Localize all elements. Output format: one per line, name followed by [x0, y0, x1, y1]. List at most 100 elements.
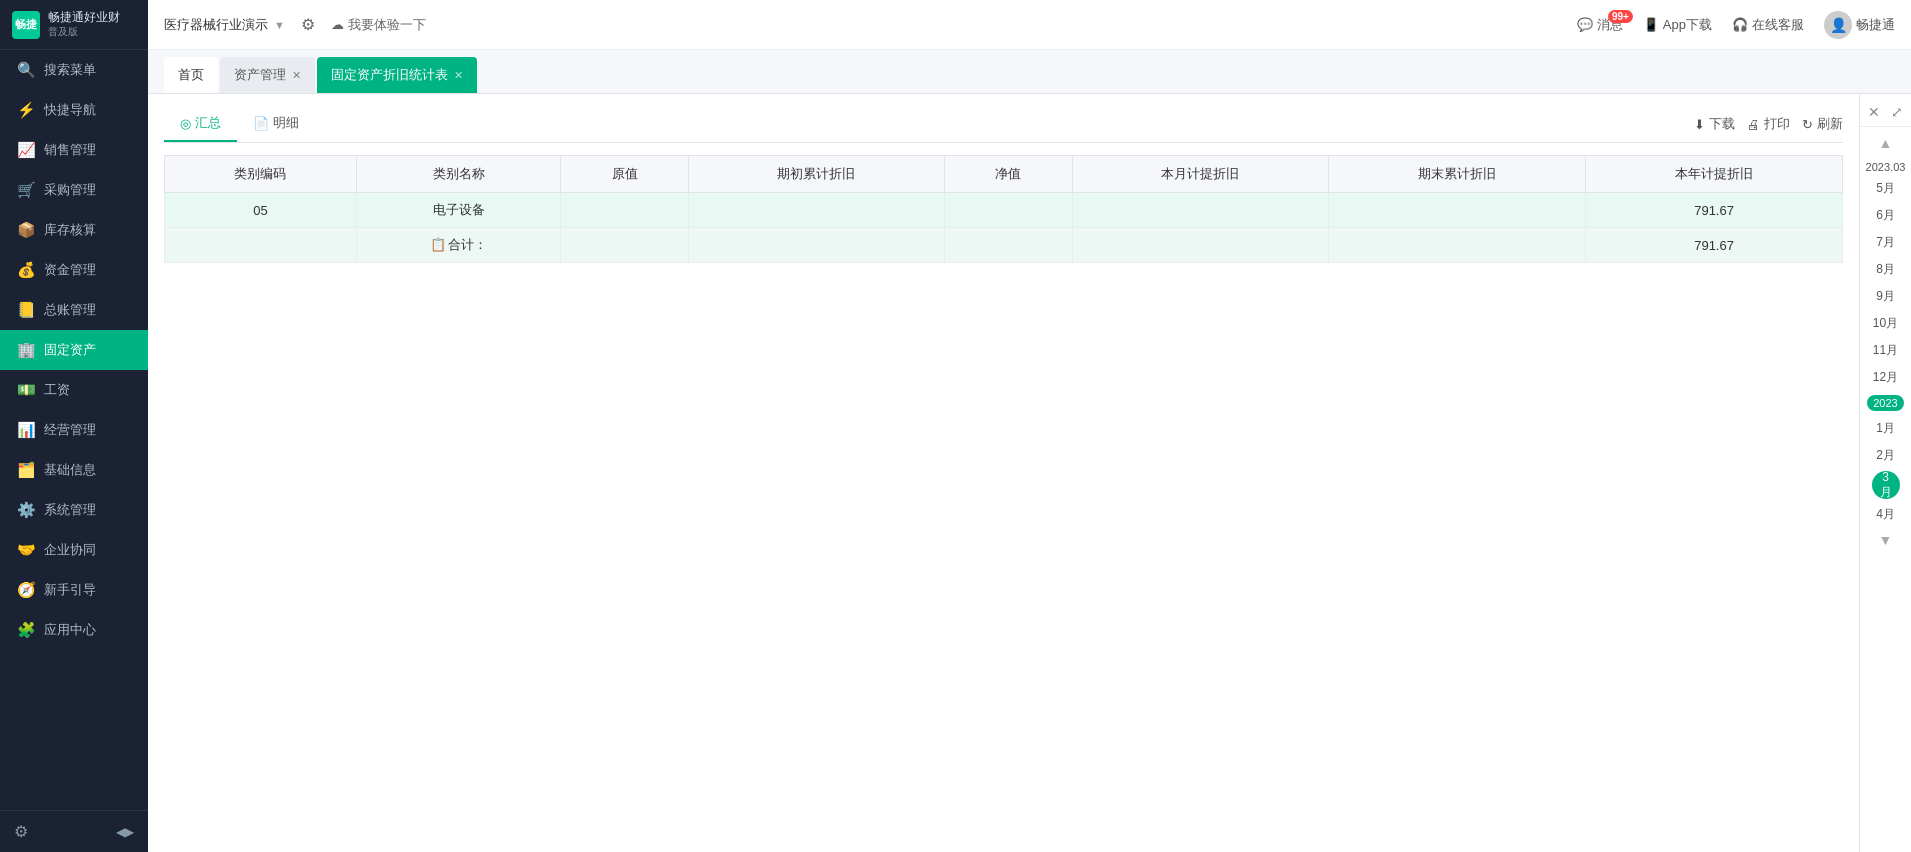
search-icon: 🔍 [16, 60, 36, 80]
sidebar-logo: 畅捷 畅捷通好业财 普及版 [0, 0, 148, 50]
month-8月[interactable]: 8月 [1867, 256, 1904, 283]
depreciation-table: 类别编码类别名称原值期初累计折旧净值本月计提折旧期末累计折旧本年计提折旧 05电… [164, 155, 1843, 263]
user-name: 畅捷通 [1856, 16, 1895, 34]
right-panel: ✕ ⤢ ▲ 2023.03 5月6月7月8月9月10月11月12月 2023 1… [1859, 94, 1911, 852]
logo-icon: 畅捷 [12, 11, 40, 39]
topbar: 医疗器械行业演示 ▼ ⚙ ☁ 我要体验一下 💬 消息 99+ 📱 App下载 🎧… [148, 0, 1911, 50]
total-cell-7: 791.67 [1586, 228, 1843, 263]
service-icon: 🎧 [1732, 17, 1748, 32]
download-btn[interactable]: ⬇ 下载 [1694, 115, 1735, 133]
panel-down-icon[interactable]: ▼ [1875, 528, 1897, 552]
sidebar-item-guide[interactable]: 🧭 新手引导 [0, 570, 148, 610]
tab-label-home: 首页 [178, 66, 204, 84]
tabbar: 首页资产管理✕固定资产折旧统计表✕ [148, 50, 1911, 94]
experience-label: 我要体验一下 [348, 16, 426, 34]
sidebar-label-guide: 新手引导 [44, 581, 96, 599]
sidebar-label-operations: 经营管理 [44, 421, 96, 439]
system-icon: ⚙️ [16, 500, 36, 520]
tab-depreciation-table[interactable]: 固定资产折旧统计表✕ [317, 57, 477, 93]
month-3月[interactable]: 3月 [1872, 471, 1900, 499]
sidebar-label-inventory: 库存核算 [44, 221, 96, 239]
sidebar-item-search[interactable]: 🔍 搜索菜单 [0, 50, 148, 90]
sidebar-label-corp: 企业协同 [44, 541, 96, 559]
sidebar-item-app-center[interactable]: 🧩 应用中心 [0, 610, 148, 650]
col-期初累计折旧: 期初累计折旧 [688, 156, 945, 193]
app-center-icon: 🧩 [16, 620, 36, 640]
month-12月[interactable]: 12月 [1867, 364, 1904, 391]
month-4月[interactable]: 4月 [1870, 501, 1901, 528]
base-info-icon: 🗂️ [16, 460, 36, 480]
month-5月[interactable]: 5月 [1867, 175, 1904, 202]
sidebar-item-base-info[interactable]: 🗂️ 基础信息 [0, 450, 148, 490]
tab-close-depreciation-table[interactable]: ✕ [454, 69, 463, 82]
cell-7: 791.67 [1586, 193, 1843, 228]
collapse-icon[interactable]: ◀▶ [116, 825, 134, 839]
col-期末累计折旧: 期末累计折旧 [1329, 156, 1586, 193]
topbar-settings-icon[interactable]: ⚙ [301, 15, 315, 34]
experience-btn[interactable]: ☁ 我要体验一下 [331, 16, 426, 34]
panel-expand-icon[interactable]: ⤢ [1891, 104, 1903, 120]
month-1月[interactable]: 1月 [1870, 415, 1901, 442]
total-cell-6 [1329, 228, 1586, 263]
sidebar-label-funds: 资金管理 [44, 261, 96, 279]
sidebar-item-operations[interactable]: 📊 经营管理 [0, 410, 148, 450]
month-7月[interactable]: 7月 [1867, 229, 1904, 256]
month-9月[interactable]: 9月 [1867, 283, 1904, 310]
corp-icon: 🤝 [16, 540, 36, 560]
user-menu[interactable]: 👤 畅捷通 [1824, 11, 1895, 39]
app-download-btn[interactable]: 📱 App下载 [1643, 16, 1712, 34]
month-11月[interactable]: 11月 [1867, 337, 1904, 364]
tab-asset-mgmt[interactable]: 资产管理 ✕ [220, 57, 315, 93]
table-row: 05电子设备791.67 [165, 193, 1843, 228]
panel-up-icon[interactable]: ▲ [1875, 131, 1897, 155]
total-cell-4 [945, 228, 1072, 263]
sidebar-item-salary[interactable]: 💵 工资 [0, 370, 148, 410]
tab-detail[interactable]: 📄 明细 [237, 106, 315, 142]
sales-icon: 📈 [16, 140, 36, 160]
sidebar: 畅捷 畅捷通好业财 普及版 🔍 搜索菜单 ⚡ 快捷导航 📈 销售管理 🛒 采购管… [0, 0, 148, 852]
tab-summary[interactable]: ◎ 汇总 [164, 106, 237, 142]
sidebar-item-ledger[interactable]: 📒 总账管理 [0, 290, 148, 330]
total-cell-2 [561, 228, 688, 263]
sidebar-item-fixed-assets[interactable]: 🏢 固定资产 [0, 330, 148, 370]
sidebar-scroll: 🔍 搜索菜单 ⚡ 快捷导航 📈 销售管理 🛒 采购管理 📦 库存核算 💰 资金管… [0, 50, 148, 810]
month-10月[interactable]: 10月 [1867, 310, 1904, 337]
col-本年计提折旧: 本年计提折旧 [1586, 156, 1843, 193]
sidebar-item-system[interactable]: ⚙️ 系统管理 [0, 490, 148, 530]
col-本月计提折旧: 本月计提折旧 [1072, 156, 1329, 193]
total-cell-3 [688, 228, 945, 263]
total-row: 📋合计： 791.67 [165, 228, 1843, 263]
refresh-btn[interactable]: ↻ 刷新 [1802, 115, 1843, 133]
tab-label-asset-mgmt: 资产管理 [234, 66, 286, 84]
app-icon: 📱 [1643, 17, 1659, 32]
company-selector[interactable]: 医疗器械行业演示 ▼ [164, 16, 285, 34]
sidebar-item-corp[interactable]: 🤝 企业协同 [0, 530, 148, 570]
inventory-icon: 📦 [16, 220, 36, 240]
sidebar-item-quick-nav[interactable]: ⚡ 快捷导航 [0, 90, 148, 130]
sidebar-item-purchase[interactable]: 🛒 采购管理 [0, 170, 148, 210]
print-btn[interactable]: 🖨 打印 [1747, 115, 1790, 133]
notification-btn[interactable]: 💬 消息 99+ [1577, 16, 1623, 34]
cell-2 [561, 193, 688, 228]
month-6月[interactable]: 6月 [1867, 202, 1904, 229]
total-cell-1: 📋合计： [356, 228, 560, 263]
settings-icon[interactable]: ⚙ [14, 822, 28, 841]
sidebar-label-base-info: 基础信息 [44, 461, 96, 479]
tab-home[interactable]: 首页 [164, 57, 218, 93]
month-2月[interactable]: 2月 [1870, 442, 1901, 469]
detail-icon: 📄 [253, 116, 269, 131]
sidebar-label-sales: 销售管理 [44, 141, 96, 159]
months-before: 5月6月7月8月9月10月11月12月 [1867, 175, 1904, 391]
tab-close-asset-mgmt[interactable]: ✕ [292, 69, 301, 82]
sidebar-item-sales[interactable]: 📈 销售管理 [0, 130, 148, 170]
sidebar-label-quick-nav: 快捷导航 [44, 101, 96, 119]
online-service-btn[interactable]: 🎧 在线客服 [1732, 16, 1804, 34]
sidebar-item-inventory[interactable]: 📦 库存核算 [0, 210, 148, 250]
sidebar-bottom: ⚙ ◀▶ [0, 810, 148, 852]
sidebar-label-purchase: 采购管理 [44, 181, 96, 199]
months-after: 1月2月3月4月 [1870, 415, 1901, 528]
app-download-label: App下载 [1663, 16, 1712, 34]
panel-close-icon[interactable]: ✕ [1868, 104, 1880, 120]
print-icon: 🖨 [1747, 117, 1760, 132]
sidebar-item-funds[interactable]: 💰 资金管理 [0, 250, 148, 290]
